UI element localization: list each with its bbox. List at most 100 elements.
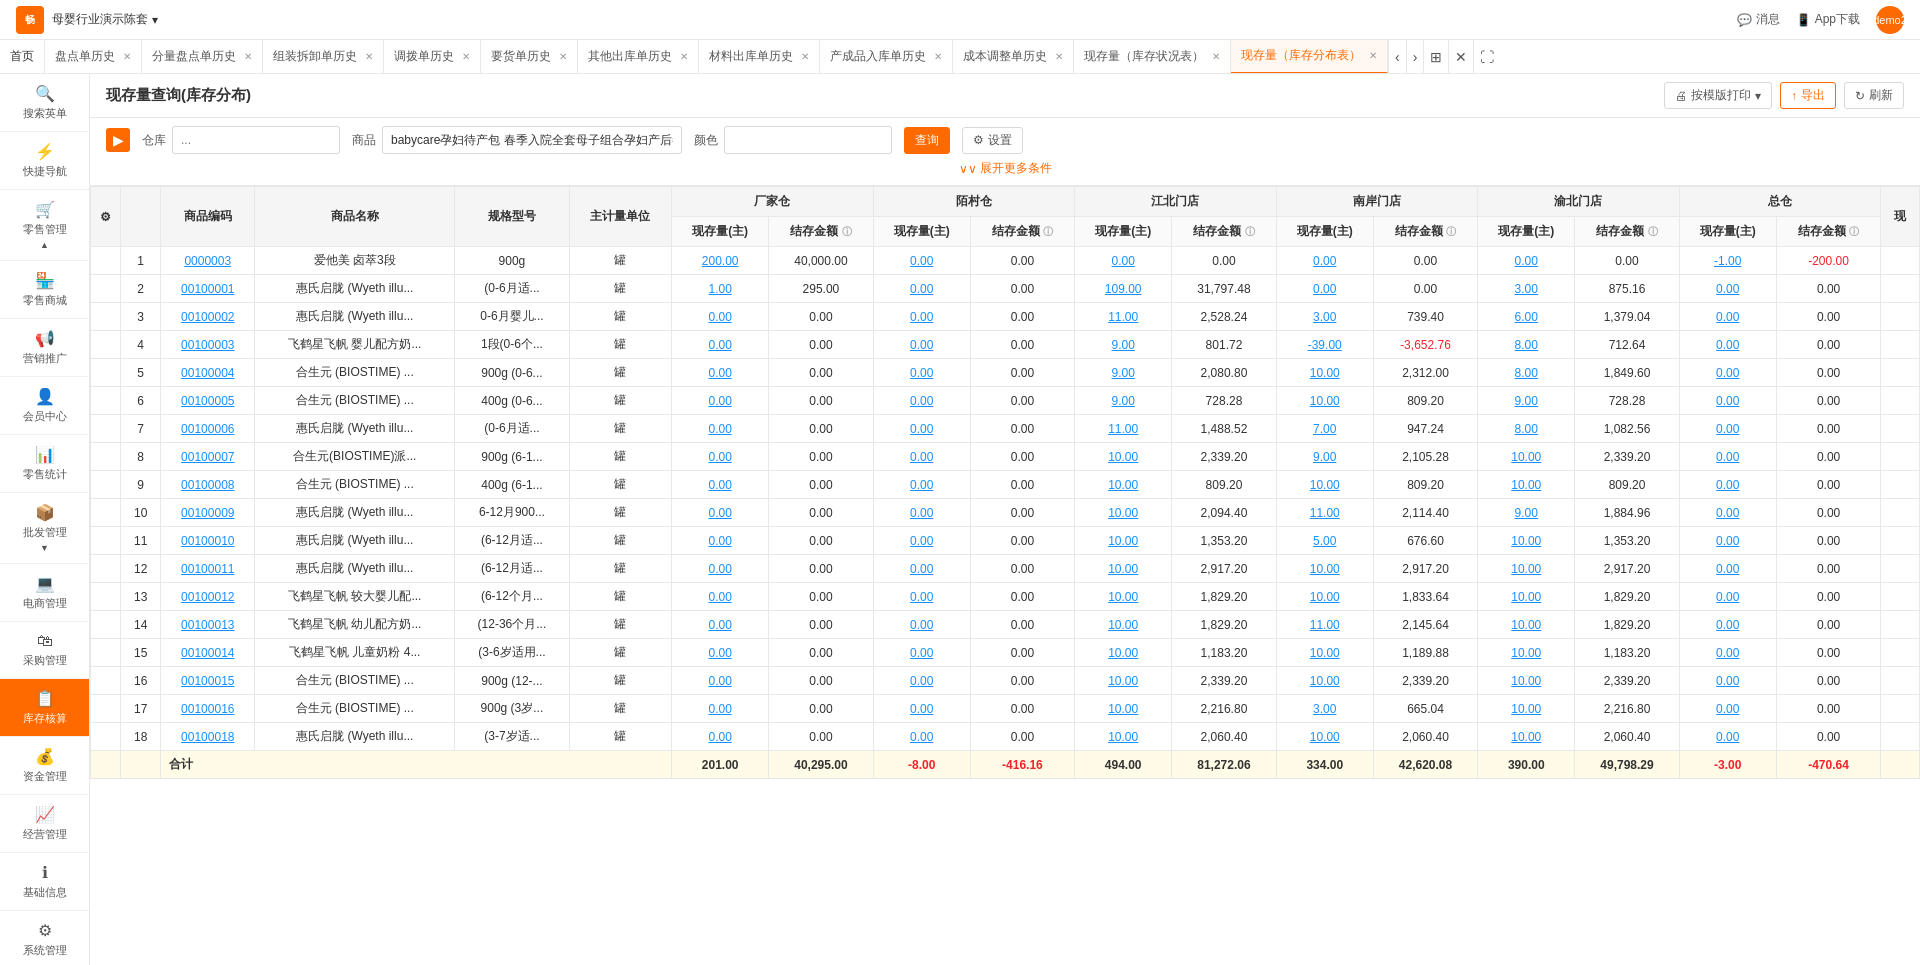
col-code-cell[interactable]: 00100010 [161, 527, 255, 555]
tab-order[interactable]: 要货单历史 ✕ [481, 40, 578, 74]
col-factory-qty-cell[interactable]: 0.00 [672, 555, 769, 583]
sidebar-item-quick-nav[interactable]: ⚡ 快捷导航 [0, 132, 89, 190]
col-code-cell[interactable]: 00100013 [161, 611, 255, 639]
col-yubei-qty-cell[interactable]: 10.00 [1478, 555, 1575, 583]
tab-next-btn[interactable]: › [1406, 40, 1424, 74]
col-code-cell[interactable]: 00100011 [161, 555, 255, 583]
col-jiangbei-qty-cell[interactable]: 9.00 [1075, 387, 1172, 415]
col-jiangbei-qty-cell[interactable]: 10.00 [1075, 555, 1172, 583]
col-nanan-qty-cell[interactable]: 0.00 [1276, 275, 1373, 303]
sidebar-item-system[interactable]: ⚙ 系统管理 [0, 911, 89, 965]
tab-adjust[interactable]: 调拨单历史 ✕ [384, 40, 481, 74]
col-code-cell[interactable]: 00100018 [161, 723, 255, 751]
col-yubei-qty-cell[interactable]: 10.00 [1478, 667, 1575, 695]
col-mucun-qty-cell[interactable]: 0.00 [873, 415, 970, 443]
col-code-cell[interactable]: 00100015 [161, 667, 255, 695]
tab-product-in[interactable]: 产成品入库单历史 ✕ [820, 40, 953, 74]
col-jiangbei-qty-cell[interactable]: 109.00 [1075, 275, 1172, 303]
col-nanan-qty-cell[interactable]: 10.00 [1276, 555, 1373, 583]
close-icon[interactable]: ✕ [462, 51, 470, 62]
col-nanan-qty-cell[interactable]: 10.00 [1276, 387, 1373, 415]
col-mucun-qty-cell[interactable]: 0.00 [873, 639, 970, 667]
company-select[interactable]: 母婴行业演示陈套 ▾ [52, 11, 158, 28]
col-jiangbei-qty-cell[interactable]: 10.00 [1075, 611, 1172, 639]
col-code-cell[interactable]: 00100005 [161, 387, 255, 415]
warehouse-input[interactable] [172, 126, 340, 154]
tab-cost-adjust[interactable]: 成本调整单历史 ✕ [953, 40, 1074, 74]
col-nanan-qty-cell[interactable]: 11.00 [1276, 611, 1373, 639]
close-icon[interactable]: ✕ [934, 51, 942, 62]
tab-current-stock[interactable]: 现存量（库存状况表） ✕ [1074, 40, 1231, 74]
col-mucun-qty-cell[interactable]: 0.00 [873, 359, 970, 387]
sidebar-item-marketing[interactable]: 📢 营销推广 [0, 319, 89, 377]
col-yubei-qty-cell[interactable]: 8.00 [1478, 415, 1575, 443]
col-jiangbei-qty-cell[interactable]: 9.00 [1075, 331, 1172, 359]
col-mucun-qty-cell[interactable]: 0.00 [873, 527, 970, 555]
col-factory-qty-cell[interactable]: 0.00 [672, 499, 769, 527]
col-nanan-qty-cell[interactable]: 3.00 [1276, 695, 1373, 723]
product-input[interactable] [382, 126, 682, 154]
col-code-cell[interactable]: 00100012 [161, 583, 255, 611]
col-yubei-qty-cell[interactable]: 10.00 [1478, 527, 1575, 555]
col-factory-qty-cell[interactable]: 0.00 [672, 443, 769, 471]
col-nanan-qty-cell[interactable]: 10.00 [1276, 583, 1373, 611]
message-btn[interactable]: 💬 消息 [1737, 11, 1780, 28]
col-jiangbei-qty-cell[interactable]: 0.00 [1075, 247, 1172, 275]
sidebar-item-ecom[interactable]: 💻 电商管理 [0, 564, 89, 622]
col-jiangbei-qty-cell[interactable]: 10.00 [1075, 499, 1172, 527]
col-mucun-qty-cell[interactable]: 0.00 [873, 471, 970, 499]
col-factory-qty-cell[interactable]: 0.00 [672, 527, 769, 555]
col-mucun-qty-cell[interactable]: 0.00 [873, 387, 970, 415]
col-total-qty-cell[interactable]: 0.00 [1679, 387, 1776, 415]
col-jiangbei-qty-cell[interactable]: 11.00 [1075, 303, 1172, 331]
col-nanan-qty-cell[interactable]: 0.00 [1276, 247, 1373, 275]
col-factory-qty-cell[interactable]: 0.00 [672, 359, 769, 387]
col-factory-qty-cell[interactable]: 0.00 [672, 639, 769, 667]
tab-other-out[interactable]: 其他出库单历史 ✕ [578, 40, 699, 74]
sidebar-item-purchase[interactable]: 🛍 采购管理 [0, 622, 89, 679]
col-code-cell[interactable]: 00100001 [161, 275, 255, 303]
col-factory-qty-cell[interactable]: 0.00 [672, 611, 769, 639]
col-code-cell[interactable]: 00100006 [161, 415, 255, 443]
col-nanan-qty-cell[interactable]: 10.00 [1276, 639, 1373, 667]
sidebar-item-inventory[interactable]: 📋 库存核算 [0, 679, 89, 737]
col-factory-qty-cell[interactable]: 0.00 [672, 723, 769, 751]
col-total-qty-cell[interactable]: 0.00 [1679, 359, 1776, 387]
col-yubei-qty-cell[interactable]: 9.00 [1478, 499, 1575, 527]
col-factory-qty-cell[interactable]: 1.00 [672, 275, 769, 303]
col-factory-qty-cell[interactable]: 0.00 [672, 303, 769, 331]
col-total-qty-cell[interactable]: 0.00 [1679, 723, 1776, 751]
col-nanan-qty-cell[interactable]: 7.00 [1276, 415, 1373, 443]
col-yubei-qty-cell[interactable]: 10.00 [1478, 471, 1575, 499]
col-total-qty-cell[interactable]: 0.00 [1679, 695, 1776, 723]
col-yubei-qty-cell[interactable]: 8.00 [1478, 331, 1575, 359]
col-jiangbei-qty-cell[interactable]: 10.00 [1075, 695, 1172, 723]
col-mucun-qty-cell[interactable]: 0.00 [873, 331, 970, 359]
col-jiangbei-qty-cell[interactable]: 10.00 [1075, 527, 1172, 555]
col-mucun-qty-cell[interactable]: 0.00 [873, 303, 970, 331]
col-jiangbei-qty-cell[interactable]: 10.00 [1075, 583, 1172, 611]
tab-stock-sub[interactable]: 分量盘点单历史 ✕ [142, 40, 263, 74]
col-factory-qty-cell[interactable]: 0.00 [672, 667, 769, 695]
tab-stock-single[interactable]: 盘点单历史 ✕ [45, 40, 142, 74]
sidebar-item-retail-mgr[interactable]: 🛒 零售管理 ▲ [0, 190, 89, 261]
close-icon[interactable]: ✕ [801, 51, 809, 62]
col-yubei-qty-cell[interactable]: 10.00 [1478, 723, 1575, 751]
close-icon[interactable]: ✕ [680, 51, 688, 62]
col-jiangbei-qty-cell[interactable]: 10.00 [1075, 639, 1172, 667]
col-code-cell[interactable]: 00100004 [161, 359, 255, 387]
col-nanan-qty-cell[interactable]: 5.00 [1276, 527, 1373, 555]
col-yubei-qty-cell[interactable]: 10.00 [1478, 695, 1575, 723]
close-icon[interactable]: ✕ [1369, 50, 1377, 61]
col-mucun-qty-cell[interactable]: 0.00 [873, 247, 970, 275]
sidebar-item-search[interactable]: 🔍 搜索英单 [0, 74, 89, 132]
col-total-qty-cell[interactable]: 0.00 [1679, 275, 1776, 303]
col-total-qty-cell[interactable]: 0.00 [1679, 555, 1776, 583]
col-nanan-qty-cell[interactable]: -39.00 [1276, 331, 1373, 359]
close-icon[interactable]: ✕ [1212, 51, 1220, 62]
col-jiangbei-qty-cell[interactable]: 10.00 [1075, 443, 1172, 471]
col-jiangbei-qty-cell[interactable]: 11.00 [1075, 415, 1172, 443]
col-code-cell[interactable]: 00100003 [161, 331, 255, 359]
refresh-btn[interactable]: ↻ 刷新 [1844, 82, 1904, 109]
tab-current-dist[interactable]: 现存量（库存分布表） ✕ [1231, 40, 1388, 74]
